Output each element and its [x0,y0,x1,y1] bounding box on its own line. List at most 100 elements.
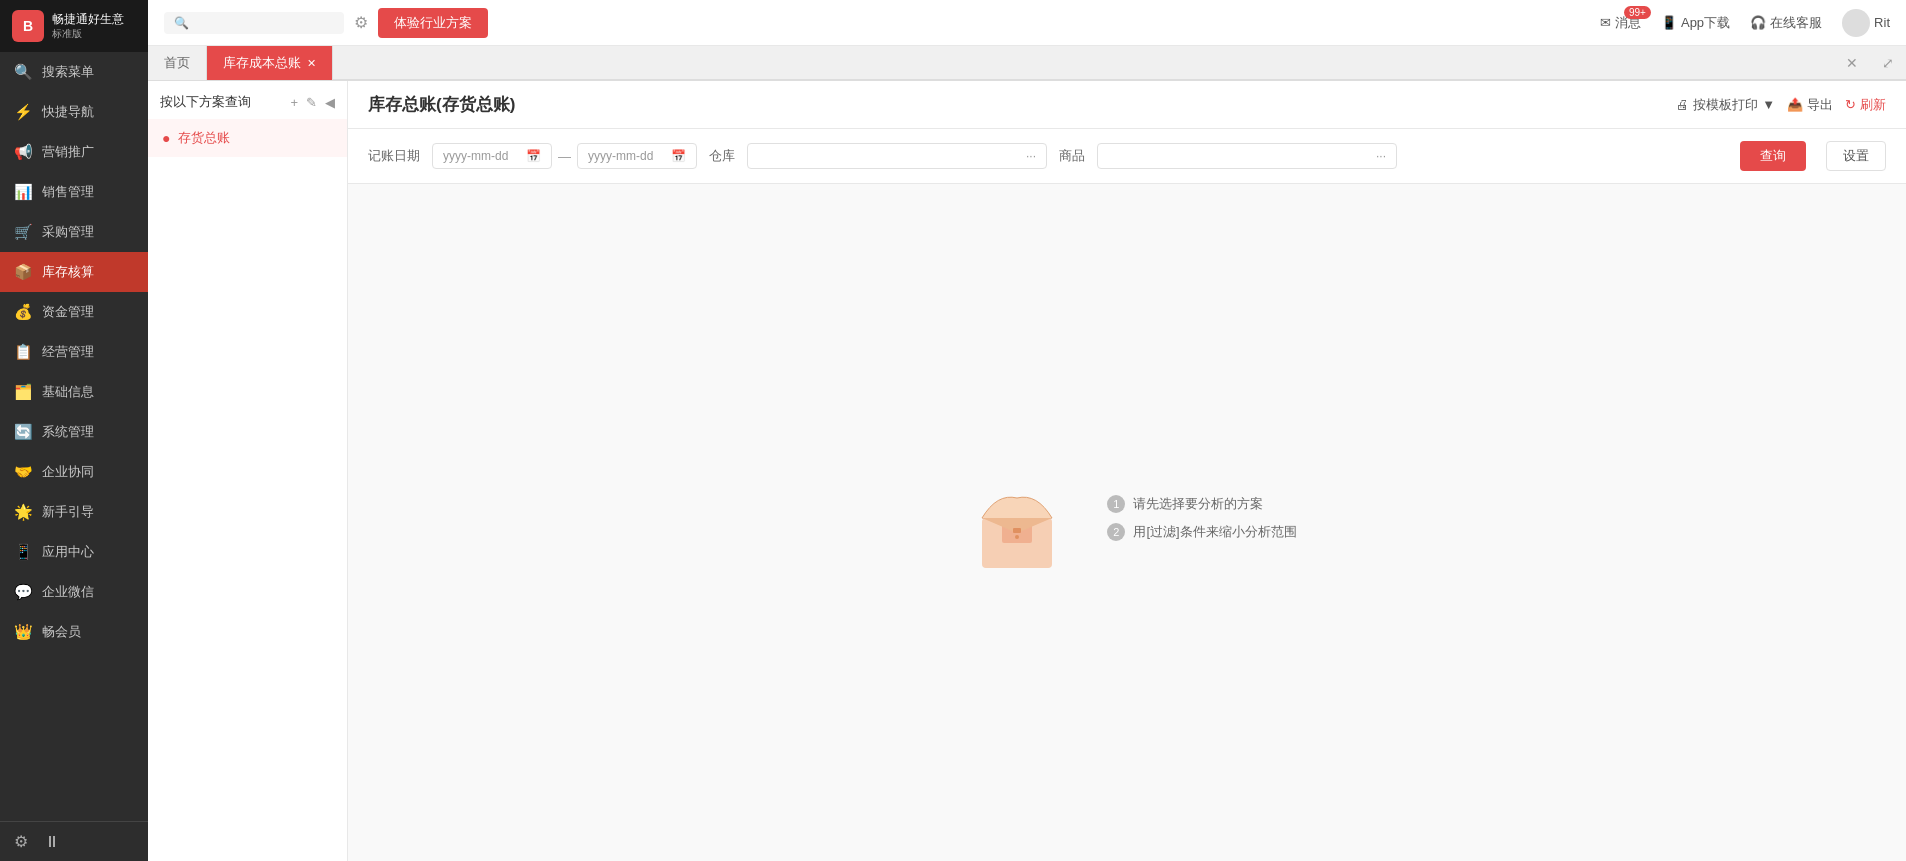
sidebar-nav: 🔍 搜索菜单 ⚡ 快捷导航 📢 营销推广 📊 销售管理 🛒 采购管理 📦 库存核… [0,52,148,821]
filter-add-btn[interactable]: + [290,95,298,110]
product-more-icon: ··· [1376,149,1386,163]
guide-icon: 🌟 [14,503,32,521]
inventory-icon: 📦 [14,263,32,281]
sidebar-item-label: 系统管理 [42,423,94,441]
sidebar-item-label: 销售管理 [42,183,94,201]
system-icon: 🔄 [14,423,32,441]
export-icon: 📤 [1787,97,1803,112]
wechat-icon: 💬 [14,583,32,601]
basic-icon: 🗂️ [14,383,32,401]
sidebar-item-label: 采购管理 [42,223,94,241]
date-to-placeholder: yyyy-mm-dd [588,149,653,163]
tab-inventory-cost[interactable]: 库存成本总账 ✕ [207,46,333,80]
sidebar-item-inventory[interactable]: 📦 库存核算 [0,252,148,292]
topbar-search-icon: 🔍 [174,16,189,30]
filter-panel: 按以下方案查询 + ✎ ◀ ● 存货总账 [148,81,348,861]
calendar-end-icon: 📅 [671,149,686,163]
sidebar-item-label: 库存核算 [42,263,94,281]
filter-header-label: 按以下方案查询 [160,93,251,111]
message-btn[interactable]: ✉ 消息 99+ [1600,14,1641,32]
printer-icon: 🖨 [1676,97,1689,112]
topbar-gear-icon[interactable]: ⚙ [354,13,368,32]
sidebar-bottom: ⚙ ⏸ [0,821,148,861]
print-template-btn[interactable]: 🖨 按模板打印 ▼ [1676,96,1775,114]
sidebar-item-member[interactable]: 👑 畅会员 [0,612,148,652]
date-from-input[interactable]: yyyy-mm-dd 📅 [432,143,552,169]
sidebar-item-guide[interactable]: 🌟 新手引导 [0,492,148,532]
refresh-icon: ↻ [1845,97,1856,112]
coop-icon: 🤝 [14,463,32,481]
tab-close-icon[interactable]: ✕ [307,57,316,70]
logo-icon: B [12,10,44,42]
date-label: 记账日期 [368,147,420,165]
filter-item-label: 存货总账 [178,129,230,147]
app-download-btn[interactable]: 📱 App下载 [1661,14,1730,32]
step1-text: 请先选择要分析的方案 [1133,495,1263,513]
sidebar-item-system[interactable]: 🔄 系统管理 [0,412,148,452]
user-name: Rit [1874,15,1890,30]
sidebar-item-apps[interactable]: 📱 应用中心 [0,532,148,572]
warehouse-more-icon: ··· [1026,149,1036,163]
empty-text: 1 请先选择要分析的方案 2 用[过滤]条件来缩小分析范围 [1107,495,1296,551]
sidebar-item-label: 快捷导航 [42,103,94,121]
sidebar-item-label: 应用中心 [42,543,94,561]
calendar-icon: 📅 [526,149,541,163]
message-badge: 99+ [1624,6,1651,19]
search-button[interactable]: 查询 [1740,141,1806,171]
step2-text: 用[过滤]条件来缩小分析范围 [1133,523,1296,541]
sidebar: B 畅捷通好生意 标准版 🔍 搜索菜单 ⚡ 快捷导航 📢 营销推广 📊 销售管理… [0,0,148,861]
svg-rect-5 [1013,528,1021,533]
sidebar-item-label: 资金管理 [42,303,94,321]
phone-icon: 📱 [1661,15,1677,30]
sidebar-item-basic[interactable]: 🗂️ 基础信息 [0,372,148,412]
svg-rect-6 [1015,535,1019,539]
header-actions: 🖨 按模板打印 ▼ 📤 导出 ↻ 刷新 [1676,96,1886,114]
message-icon: ✉ [1600,15,1611,30]
expand-icon[interactable]: ⤢ [1870,47,1906,79]
sidebar-item-label: 营销推广 [42,143,94,161]
topbar-search-box[interactable]: 🔍 [164,12,344,34]
close-panel-btn[interactable]: ✕ [1834,47,1870,79]
sidebar-item-operations[interactable]: 📋 经营管理 [0,332,148,372]
industry-btn[interactable]: 体验行业方案 [378,8,488,38]
user-profile[interactable]: Rit [1842,9,1890,37]
sidebar-item-quick-nav[interactable]: ⚡ 快捷导航 [0,92,148,132]
purchase-icon: 🛒 [14,223,32,241]
product-label: 商品 [1059,147,1085,165]
settings-icon[interactable]: ⚙ [14,832,28,851]
sidebar-item-finance[interactable]: 💰 资金管理 [0,292,148,332]
sidebar-item-label: 畅会员 [42,623,81,641]
settings-button[interactable]: 设置 [1826,141,1886,171]
filter-header: 按以下方案查询 + ✎ ◀ [148,93,347,119]
sidebar-item-marketing[interactable]: 📢 营销推广 [0,132,148,172]
content-right: 库存总账(存货总账) 🖨 按模板打印 ▼ 📤 导出 ↻ 刷新 [348,81,1906,861]
sidebar-item-wechat[interactable]: 💬 企业微信 [0,572,148,612]
search-bar: 记账日期 yyyy-mm-dd 📅 — yyyy-mm-dd 📅 仓库 ··· [348,129,1906,184]
apps-icon: 📱 [14,543,32,561]
filter-collapse-btn[interactable]: ◀ [325,95,335,110]
refresh-btn[interactable]: ↻ 刷新 [1845,96,1886,114]
lightning-icon: ⚡ [14,103,32,121]
tab-home[interactable]: 首页 [148,46,207,80]
search-icon: 🔍 [14,63,32,81]
filter-edit-btn[interactable]: ✎ [306,95,317,110]
avatar [1842,9,1870,37]
sidebar-item-coop[interactable]: 🤝 企业协同 [0,452,148,492]
sidebar-item-search[interactable]: 🔍 搜索菜单 [0,52,148,92]
empty-illustration [957,463,1077,583]
export-btn[interactable]: 📤 导出 [1787,96,1833,114]
filter-item-inventory-ledger[interactable]: ● 存货总账 [148,119,347,157]
step2-num: 2 [1107,523,1125,541]
date-to-input[interactable]: yyyy-mm-dd 📅 [577,143,697,169]
warehouse-input[interactable]: ··· [747,143,1047,169]
sidebar-item-label: 搜索菜单 [42,63,94,81]
sidebar-item-sales[interactable]: 📊 销售管理 [0,172,148,212]
online-support-btn[interactable]: 🎧 在线客服 [1750,14,1822,32]
product-input[interactable]: ··· [1097,143,1397,169]
sidebar-item-purchase[interactable]: 🛒 采购管理 [0,212,148,252]
sales-icon: 📊 [14,183,32,201]
app-version: 标准版 [52,27,124,41]
page-area: 按以下方案查询 + ✎ ◀ ● 存货总账 库存总账(存货总账) 🖨 [148,81,1906,861]
page-header: 库存总账(存货总账) 🖨 按模板打印 ▼ 📤 导出 ↻ 刷新 [348,81,1906,129]
collapse-icon[interactable]: ⏸ [44,833,60,851]
